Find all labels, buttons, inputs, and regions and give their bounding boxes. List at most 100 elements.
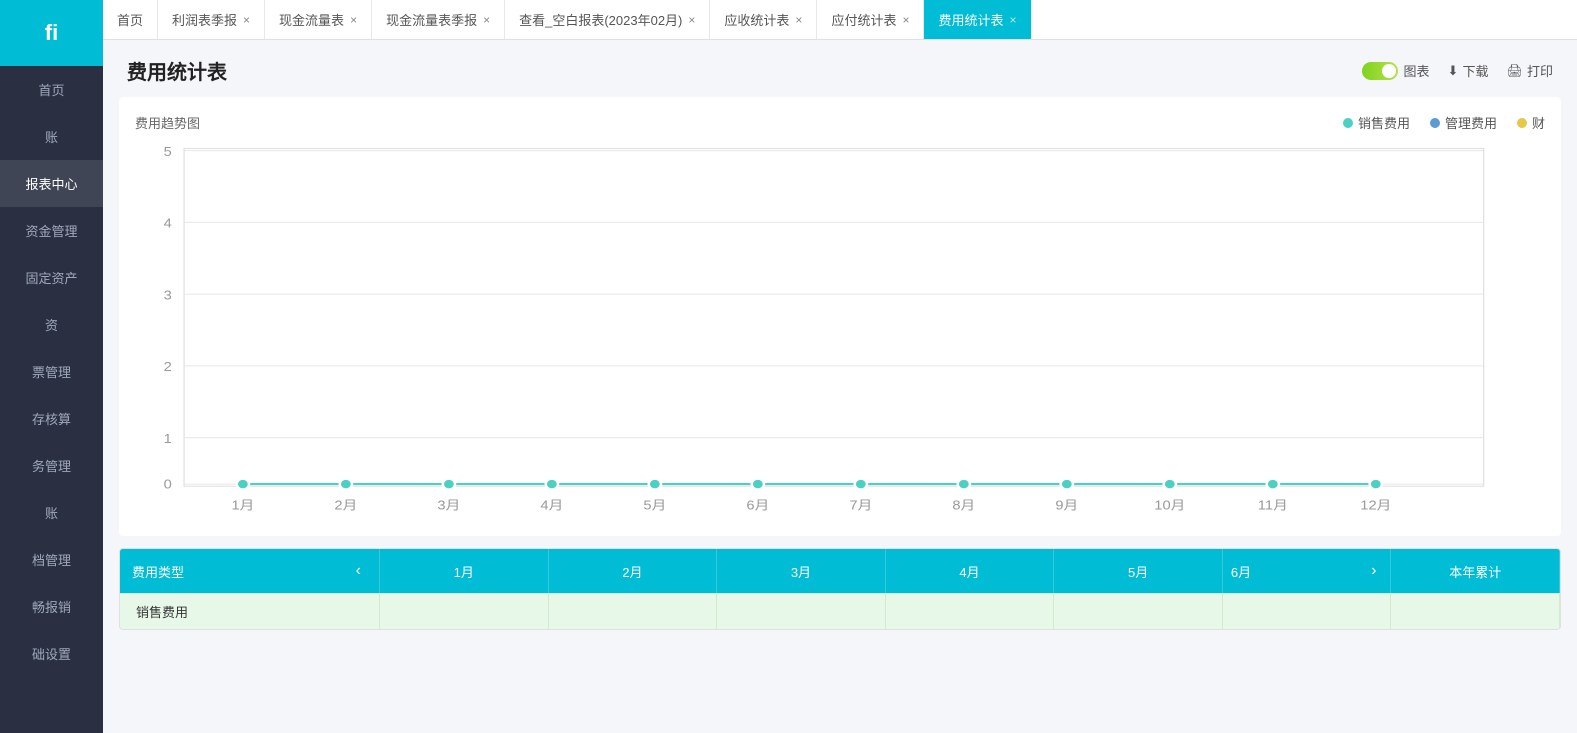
tab-cashflow-quarterly[interactable]: 现金流量表季报× xyxy=(372,0,505,39)
td-sales-m6 xyxy=(1223,594,1392,629)
svg-text:2月: 2月 xyxy=(334,498,357,512)
svg-text:5月: 5月 xyxy=(643,498,666,512)
app-logo: fi xyxy=(0,0,103,66)
svg-text:2: 2 xyxy=(164,360,172,374)
sidebar-item-inventory[interactable]: 存核算 xyxy=(0,395,103,442)
legend-dot-sales xyxy=(1343,118,1353,128)
chart-svg: 5 4 3 2 1 0 xyxy=(135,140,1545,520)
svg-text:7月: 7月 xyxy=(849,498,872,512)
th-cumulative: 本年累计 xyxy=(1391,549,1560,593)
td-sales-m5 xyxy=(1054,594,1223,629)
chart-toggle-label: 图表 xyxy=(1404,61,1430,80)
header-actions: 图表 ⬇ 下载 🖨 打印 xyxy=(1362,61,1553,80)
chart-toggle-wrapper: 图表 xyxy=(1362,61,1430,80)
svg-text:12月: 12月 xyxy=(1360,498,1391,512)
sidebar-item-service-mgmt[interactable]: 务管理 xyxy=(0,442,103,489)
legend-label-sales: 销售费用 xyxy=(1358,113,1410,132)
tab-blank-report[interactable]: 查看_空白报表(2023年02月)× xyxy=(505,0,710,39)
svg-text:6月: 6月 xyxy=(746,498,769,512)
chart-canvas: 5 4 3 2 1 0 xyxy=(135,140,1545,520)
legend-dot-finance xyxy=(1517,118,1527,128)
sidebar-item-sub-accounts[interactable]: 账 xyxy=(0,489,103,536)
tab-profit-quarterly[interactable]: 利润表季报× xyxy=(158,0,265,39)
print-label: 打印 xyxy=(1527,61,1553,80)
table-row-sales: 销售费用 xyxy=(120,593,1560,629)
next-arrow[interactable]: › xyxy=(1365,560,1382,582)
tab-close-payable-stats[interactable]: × xyxy=(902,13,909,27)
svg-text:8月: 8月 xyxy=(952,498,975,512)
print-icon: 🖨 xyxy=(1506,63,1523,79)
svg-text:11月: 11月 xyxy=(1258,498,1288,512)
table-header-row: 费用类型 ‹ 1月 2月 3月 4月 5月 6月 › 本年累计 xyxy=(120,549,1560,593)
td-sales-m4 xyxy=(886,594,1055,629)
svg-text:9月: 9月 xyxy=(1055,498,1078,512)
prev-arrow[interactable]: ‹ xyxy=(350,560,367,582)
sidebar-item-accounts[interactable]: 账 xyxy=(0,113,103,160)
sidebar-item-home[interactable]: 首页 xyxy=(0,66,103,113)
legend-label-finance: 财 xyxy=(1532,113,1545,132)
tab-close-receivable-stats[interactable]: × xyxy=(795,13,802,27)
sidebar-item-capital[interactable]: 资金管理 xyxy=(0,207,103,254)
sidebar-item-reports[interactable]: 报表中心 xyxy=(0,160,103,207)
svg-text:5: 5 xyxy=(164,145,173,159)
tab-close-cashflow[interactable]: × xyxy=(350,13,357,27)
page-header: 费用统计表 图表 ⬇ 下载 🖨 打印 xyxy=(103,40,1577,97)
legend-admin: 管理费用 xyxy=(1430,113,1497,132)
sidebar-item-basic-settings[interactable]: 础设置 xyxy=(0,630,103,677)
sidebar-item-investments[interactable]: 资 xyxy=(0,301,103,348)
svg-text:1: 1 xyxy=(164,432,172,446)
th-type-label: 费用类型 xyxy=(132,562,184,581)
tab-cashflow[interactable]: 现金流量表× xyxy=(265,0,372,39)
tab-payable-stats[interactable]: 应付统计表× xyxy=(817,0,924,39)
td-type-sales: 销售费用 xyxy=(120,594,380,629)
expense-table: 费用类型 ‹ 1月 2月 3月 4月 5月 6月 › 本年累计 销售费用 xyxy=(119,548,1561,630)
download-button[interactable]: ⬇ 下载 xyxy=(1448,61,1489,80)
th-month-3: 3月 xyxy=(717,549,886,593)
svg-text:4月: 4月 xyxy=(540,498,563,512)
download-icon: ⬇ xyxy=(1448,63,1459,79)
legend-dot-admin xyxy=(1430,118,1440,128)
td-sales-cumulative xyxy=(1391,594,1560,629)
chart-header: 费用趋势图 销售费用 管理费用 财 xyxy=(135,113,1545,132)
tab-expense-stats[interactable]: 费用统计表× xyxy=(924,0,1031,39)
td-sales-m1 xyxy=(380,594,549,629)
td-sales-m2 xyxy=(549,594,718,629)
legend-label-admin: 管理费用 xyxy=(1445,113,1497,132)
tab-receivable-stats[interactable]: 应收统计表× xyxy=(710,0,817,39)
svg-text:1月: 1月 xyxy=(231,498,254,512)
content-area: 费用统计表 图表 ⬇ 下载 🖨 打印 费用趋势图 xyxy=(103,40,1577,733)
download-label: 下载 xyxy=(1462,61,1488,80)
legend-sales: 销售费用 xyxy=(1343,113,1410,132)
sidebar-item-fixed-assets[interactable]: 固定资产 xyxy=(0,254,103,301)
th-month-1: 1月 xyxy=(380,549,549,593)
chart-title: 费用趋势图 xyxy=(135,113,200,132)
tab-close-profit-quarterly[interactable]: × xyxy=(243,13,250,27)
svg-text:0: 0 xyxy=(164,477,173,491)
th-month-4: 4月 xyxy=(886,549,1055,593)
svg-text:4: 4 xyxy=(164,217,173,231)
main-area: 首页 利润表季报× 现金流量表× 现金流量表季报× 查看_空白报表(2023年0… xyxy=(103,0,1577,733)
tab-home[interactable]: 首页 xyxy=(103,0,158,39)
chart-section: 费用趋势图 销售费用 管理费用 财 xyxy=(119,97,1561,536)
th-type: 费用类型 ‹ xyxy=(120,549,380,593)
tab-close-expense-stats[interactable]: × xyxy=(1009,13,1016,27)
th-month-5: 5月 xyxy=(1054,549,1223,593)
svg-text:3月: 3月 xyxy=(437,498,460,512)
tab-close-blank-report[interactable]: × xyxy=(688,13,695,27)
td-sales-m3 xyxy=(717,594,886,629)
svg-text:3: 3 xyxy=(164,288,173,302)
chart-legend: 销售费用 管理费用 财 xyxy=(1343,113,1545,132)
sidebar: fi 首页 账 报表中心 资金管理 固定资产 资 票管理 存核算 务管理 账 档… xyxy=(0,0,103,733)
tab-bar: 首页 利润表季报× 现金流量表× 现金流量表季报× 查看_空白报表(2023年0… xyxy=(103,0,1577,40)
page-title: 费用统计表 xyxy=(127,56,227,85)
chart-toggle[interactable] xyxy=(1362,62,1398,80)
sidebar-item-expense-reimb[interactable]: 畅报销 xyxy=(0,583,103,630)
tab-close-cashflow-quarterly[interactable]: × xyxy=(483,13,490,27)
sidebar-item-invoice-mgmt[interactable]: 票管理 xyxy=(0,348,103,395)
th-month-2: 2月 xyxy=(549,549,718,593)
print-button[interactable]: 🖨 打印 xyxy=(1506,61,1553,80)
th-month-6: 6月 › xyxy=(1223,549,1392,593)
legend-finance: 财 xyxy=(1517,113,1545,132)
sidebar-item-archive-mgmt[interactable]: 档管理 xyxy=(0,536,103,583)
svg-text:10月: 10月 xyxy=(1154,498,1185,512)
